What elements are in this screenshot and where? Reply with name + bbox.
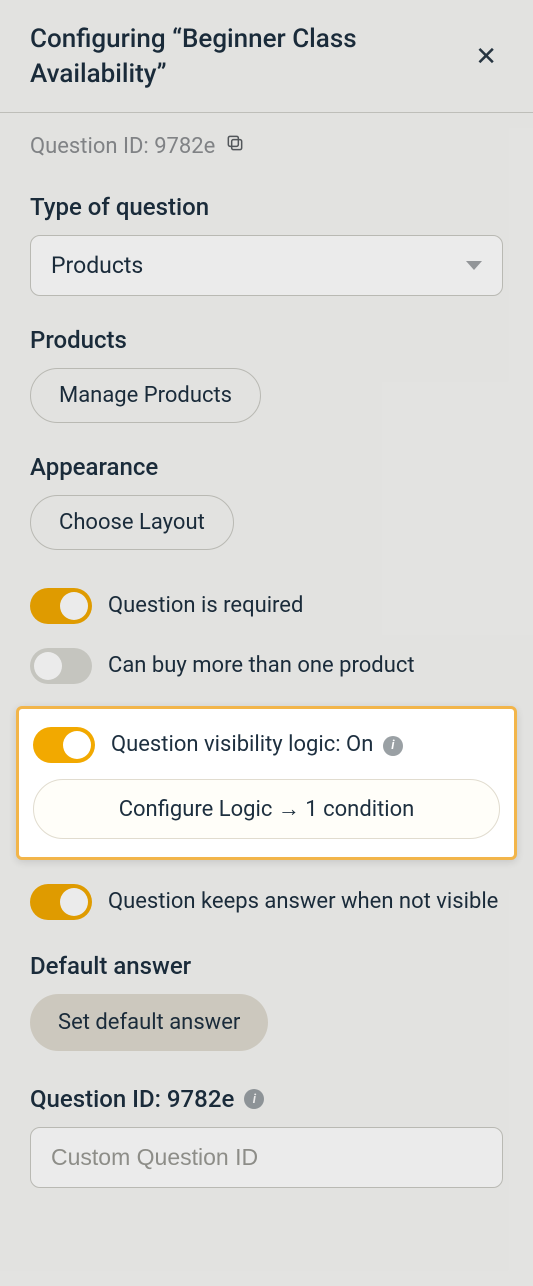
type-label: Type of question [30,193,503,221]
panel-header: Configuring “Beginner Class Availability… [0,0,533,113]
close-icon: ✕ [475,42,497,72]
question-type-select[interactable]: Products [30,235,503,296]
panel-title: Configuring “Beginner Class Availability… [30,22,420,92]
question-type-value: Products [51,252,143,279]
manage-products-button[interactable]: Manage Products [30,368,261,423]
keep-answer-toggle[interactable] [30,884,92,920]
question-id-row: Question ID: 9782e [30,133,503,159]
close-button[interactable]: ✕ [469,38,503,76]
set-default-answer-button[interactable]: Set default answer [30,994,268,1051]
question-id-field-label-text: Question ID: 9782e [30,1085,234,1113]
products-label: Products [30,326,503,354]
question-id-label: Question ID: 9782e [30,134,215,159]
multi-buy-toggle-label: Can buy more than one product [108,651,415,681]
appearance-label: Appearance [30,453,503,481]
choose-layout-button[interactable]: Choose Layout [30,495,234,550]
required-toggle-row: Question is required [30,588,503,624]
chevron-down-icon [466,261,482,270]
keep-answer-toggle-row: Question keeps answer when not visible [30,884,503,920]
configure-question-panel: Configuring “Beginner Class Availability… [0,0,533,1218]
info-icon[interactable]: i [383,736,403,756]
question-id-field-label: Question ID: 9782e i [30,1085,503,1113]
multi-toggle-row: Can buy more than one product [30,648,503,684]
required-toggle[interactable] [30,588,92,624]
panel-body: Question ID: 9782e Type of question Prod… [0,113,533,1218]
custom-question-id-input[interactable] [30,1127,503,1188]
info-icon[interactable]: i [244,1089,264,1109]
configure-logic-button[interactable]: Configure Logic → 1 condition [33,779,500,839]
visibility-logic-label: Question visibility logic: On i [111,730,403,760]
keep-answer-toggle-label: Question keeps answer when not visible [108,887,498,917]
visibility-logic-toggle[interactable] [33,727,95,763]
visibility-logic-text: Question visibility logic: On [111,732,373,757]
copy-icon[interactable] [225,133,245,159]
visibility-toggle-row: Question visibility logic: On i [33,727,500,763]
multi-buy-toggle[interactable] [30,648,92,684]
visibility-logic-highlight: Question visibility logic: On i Configur… [16,706,517,860]
required-toggle-label: Question is required [108,591,303,621]
default-answer-label: Default answer [30,952,503,980]
